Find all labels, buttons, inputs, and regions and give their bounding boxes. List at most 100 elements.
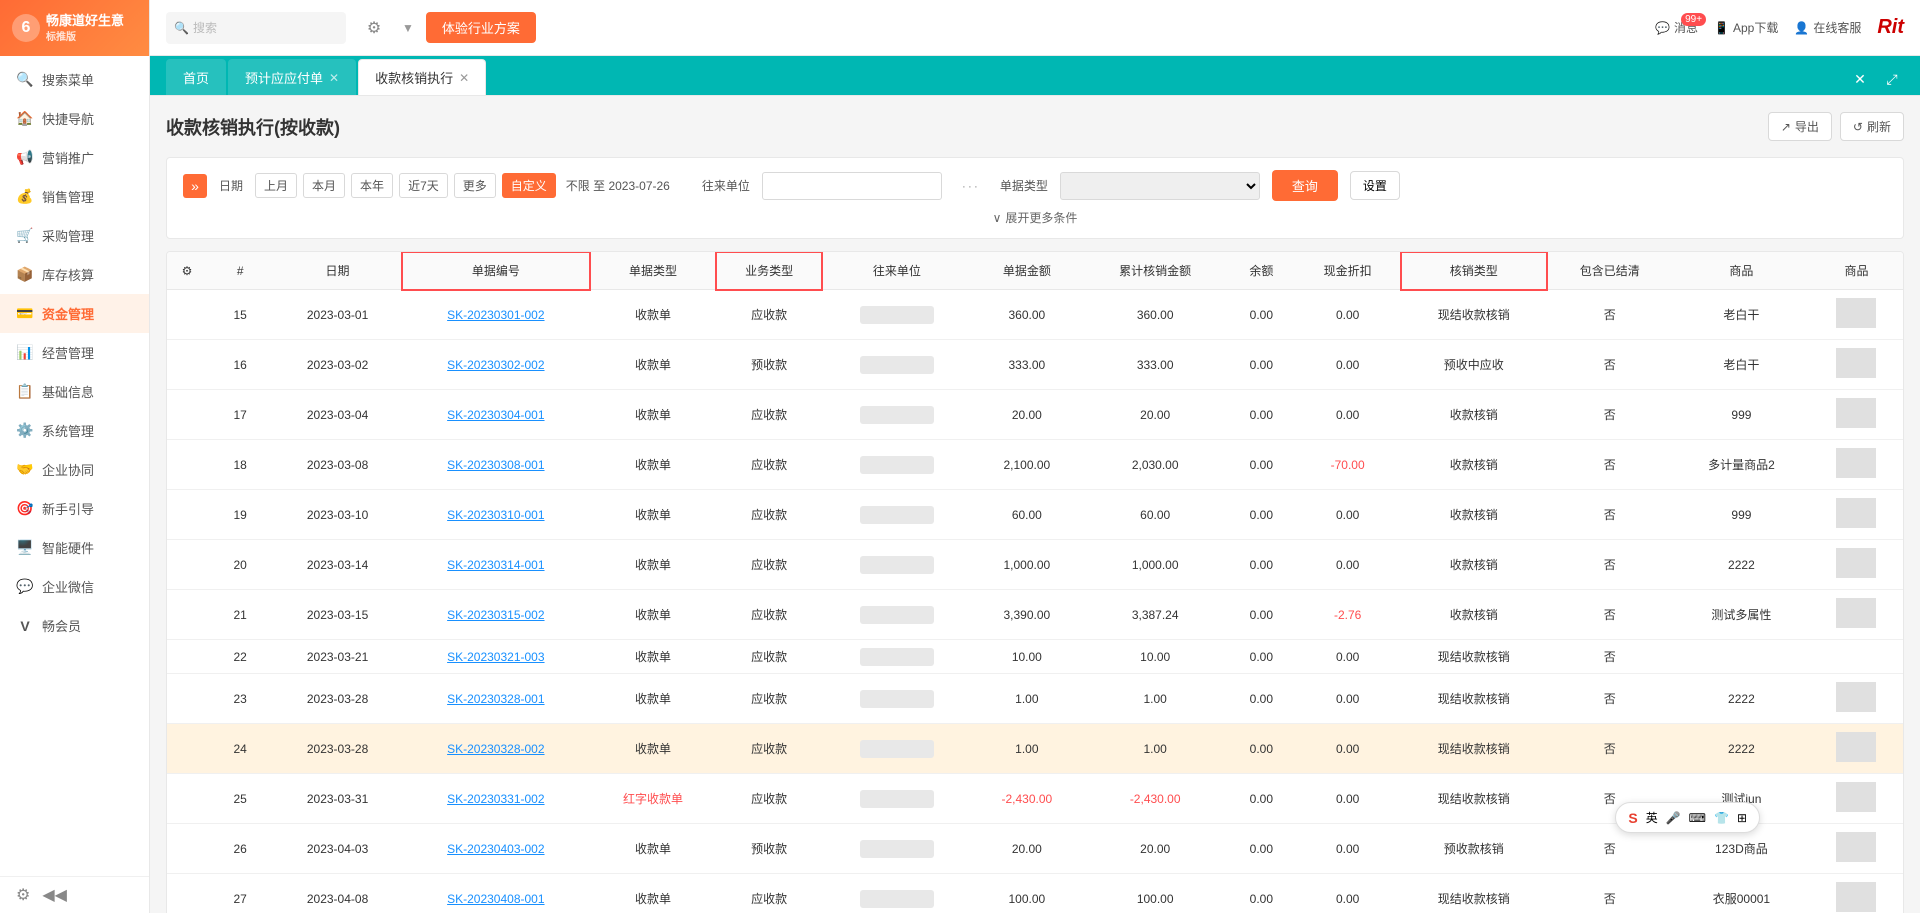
collapse-icon[interactable]: ◀◀ (42, 885, 67, 905)
search-icon: 🔍 (174, 21, 189, 35)
app-sub: 标推版 (46, 28, 124, 43)
doc-no-link[interactable]: SK-20230302-002 (447, 358, 544, 372)
export-button[interactable]: ↗ 导出 (1768, 112, 1832, 141)
table-cell[interactable]: SK-20230408-001 (402, 874, 590, 913)
sidebar-item-wechat[interactable]: 💬 企业微信 (0, 567, 149, 606)
maximize-action[interactable]: ⤢ (1880, 67, 1904, 91)
doc-type-select[interactable] (1060, 172, 1260, 200)
sidebar-item-quick-nav[interactable]: 🏠 快捷导航 (0, 99, 149, 138)
doc-no-link[interactable]: SK-20230310-001 (447, 508, 544, 522)
table-row: 152023-03-01SK-20230301-002收款单应收款████360… (167, 290, 1903, 340)
keyboard-icon[interactable]: ⌨ (1689, 811, 1706, 825)
table-row: 232023-03-28SK-20230328-001收款单应收款████1.0… (167, 674, 1903, 724)
table-cell: 老白干 (1673, 340, 1810, 390)
table-cell[interactable]: SK-20230301-002 (402, 290, 590, 340)
doc-no-link[interactable]: SK-20230301-002 (447, 308, 544, 322)
table-cell: ████ (822, 724, 971, 774)
table-cell: ████ (822, 824, 971, 874)
sidebar-item-purchase[interactable]: 🛒 采购管理 (0, 216, 149, 255)
col-partner: 往来单位 (822, 252, 971, 290)
mic-icon[interactable]: 🎤 (1666, 811, 1681, 825)
sidebar-item-basic[interactable]: 📋 基础信息 (0, 372, 149, 411)
tab-home[interactable]: 首页 (166, 59, 226, 95)
doc-no-link[interactable]: SK-20230328-002 (447, 742, 544, 756)
sidebar-item-finance[interactable]: 💳 资金管理 (0, 294, 149, 333)
solution-button[interactable]: 体验行业方案 (426, 12, 536, 43)
refresh-button[interactable]: ↺ 刷新 (1840, 112, 1904, 141)
table-cell: 否 (1547, 490, 1673, 540)
sidebar-item-operation[interactable]: 📊 经营管理 (0, 333, 149, 372)
table-cell[interactable]: SK-20230308-001 (402, 440, 590, 490)
doc-no-link[interactable]: SK-20230321-003 (447, 650, 544, 664)
sidebar-item-label: 新手引导 (42, 499, 94, 518)
table-row: 192023-03-10SK-20230310-001收款单应收款████60.… (167, 490, 1903, 540)
sidebar-item-system[interactable]: ⚙️ 系统管理 (0, 411, 149, 450)
table-cell[interactable]: SK-20230328-001 (402, 674, 590, 724)
shirt-icon[interactable]: 👕 (1714, 811, 1729, 825)
table-cell[interactable]: SK-20230304-001 (402, 390, 590, 440)
table-cell[interactable]: SK-20230403-002 (402, 824, 590, 874)
doc-no-link[interactable]: SK-20230403-002 (447, 842, 544, 856)
user-name[interactable]: Rit (1877, 16, 1904, 39)
table-cell[interactable]: SK-20230314-001 (402, 540, 590, 590)
table-cell: ████ (822, 290, 971, 340)
sidebar-item-hardware[interactable]: 🖥️ 智能硬件 (0, 528, 149, 567)
table-cell[interactable]: SK-20230328-002 (402, 724, 590, 774)
sidebar-item-member[interactable]: V 畅会员 (0, 606, 149, 645)
sidebar-item-inventory[interactable]: 📦 库存核算 (0, 255, 149, 294)
doc-no-link[interactable]: SK-20230408-001 (447, 892, 544, 906)
table-cell: 应收款 (716, 390, 822, 440)
table-cell: 收款单 (590, 490, 716, 540)
tab-close-icon[interactable]: ✕ (459, 71, 469, 85)
table-cell[interactable]: SK-20230302-002 (402, 340, 590, 390)
table-row: 202023-03-14SK-20230314-001收款单应收款████1,0… (167, 540, 1903, 590)
table-cell[interactable]: SK-20230310-001 (402, 490, 590, 540)
doc-no-link[interactable]: SK-20230308-001 (447, 458, 544, 472)
doc-no-link[interactable]: SK-20230314-001 (447, 558, 544, 572)
table-cell[interactable]: SK-20230315-002 (402, 590, 590, 640)
marketing-icon: 📢 (16, 149, 34, 167)
doc-no-link[interactable]: SK-20230331-002 (447, 792, 544, 806)
table-cell: 2023-03-10 (273, 490, 401, 540)
date-custom[interactable]: 自定义 (502, 173, 556, 198)
filter-settings-button[interactable]: 设置 (1350, 171, 1400, 200)
sidebar-item-guide[interactable]: 🎯 新手引导 (0, 489, 149, 528)
table-cell: 0.00 (1295, 674, 1401, 724)
date-last-month[interactable]: 上月 (255, 173, 297, 198)
tab-close-icon[interactable]: ✕ (329, 71, 339, 85)
app-download-link[interactable]: 📱 App下载 (1714, 19, 1778, 36)
message-badge[interactable]: 💬 消息 99+ (1655, 19, 1698, 36)
table-cell: 20.00 (972, 824, 1083, 874)
filter-expand-button[interactable]: » (183, 174, 207, 198)
settings-icon[interactable]: ⚙ (358, 12, 390, 44)
doc-no-link[interactable]: SK-20230328-001 (447, 692, 544, 706)
sidebar-item-sales[interactable]: 💰 销售管理 (0, 177, 149, 216)
settings-icon[interactable]: ⚙ (16, 885, 30, 905)
query-button[interactable]: 查询 (1272, 170, 1338, 201)
table-cell[interactable]: SK-20230331-002 (402, 774, 590, 824)
search-placeholder: 搜索 (193, 19, 217, 36)
grid-icon[interactable]: ⊞ (1737, 811, 1747, 825)
sidebar-item-marketing[interactable]: 📢 营销推广 (0, 138, 149, 177)
online-service-link[interactable]: 👤 在线客服 (1794, 19, 1861, 36)
date-this-month[interactable]: 本月 (303, 173, 345, 198)
doc-no-link[interactable]: SK-20230304-001 (447, 408, 544, 422)
search-bar[interactable]: 🔍 搜索 (166, 12, 346, 44)
table-cell[interactable]: SK-20230321-003 (402, 640, 590, 674)
sidebar-item-corp[interactable]: 🤝 企业协同 (0, 450, 149, 489)
table-cell: 20 (207, 540, 273, 590)
date-7days[interactable]: 近7天 (399, 173, 448, 198)
date-this-year[interactable]: 本年 (351, 173, 393, 198)
tab-prepay[interactable]: 预计应应付单 ✕ (228, 59, 356, 95)
table-cell: 收款单 (590, 540, 716, 590)
finance-icon: 💳 (16, 305, 34, 323)
doc-no-link[interactable]: SK-20230315-002 (447, 608, 544, 622)
table-cell: ████ (822, 540, 971, 590)
date-more[interactable]: 更多 (454, 173, 496, 198)
close-action[interactable]: ✕ (1848, 67, 1872, 91)
partner-input[interactable] (762, 172, 942, 200)
tab-collection[interactable]: 收款核销执行 ✕ (358, 59, 486, 95)
col-settings[interactable]: ⚙ (167, 252, 207, 290)
sidebar-item-search[interactable]: 🔍 搜索菜单 (0, 60, 149, 99)
expand-conditions-button[interactable]: ∨ 展开更多条件 (993, 209, 1078, 226)
